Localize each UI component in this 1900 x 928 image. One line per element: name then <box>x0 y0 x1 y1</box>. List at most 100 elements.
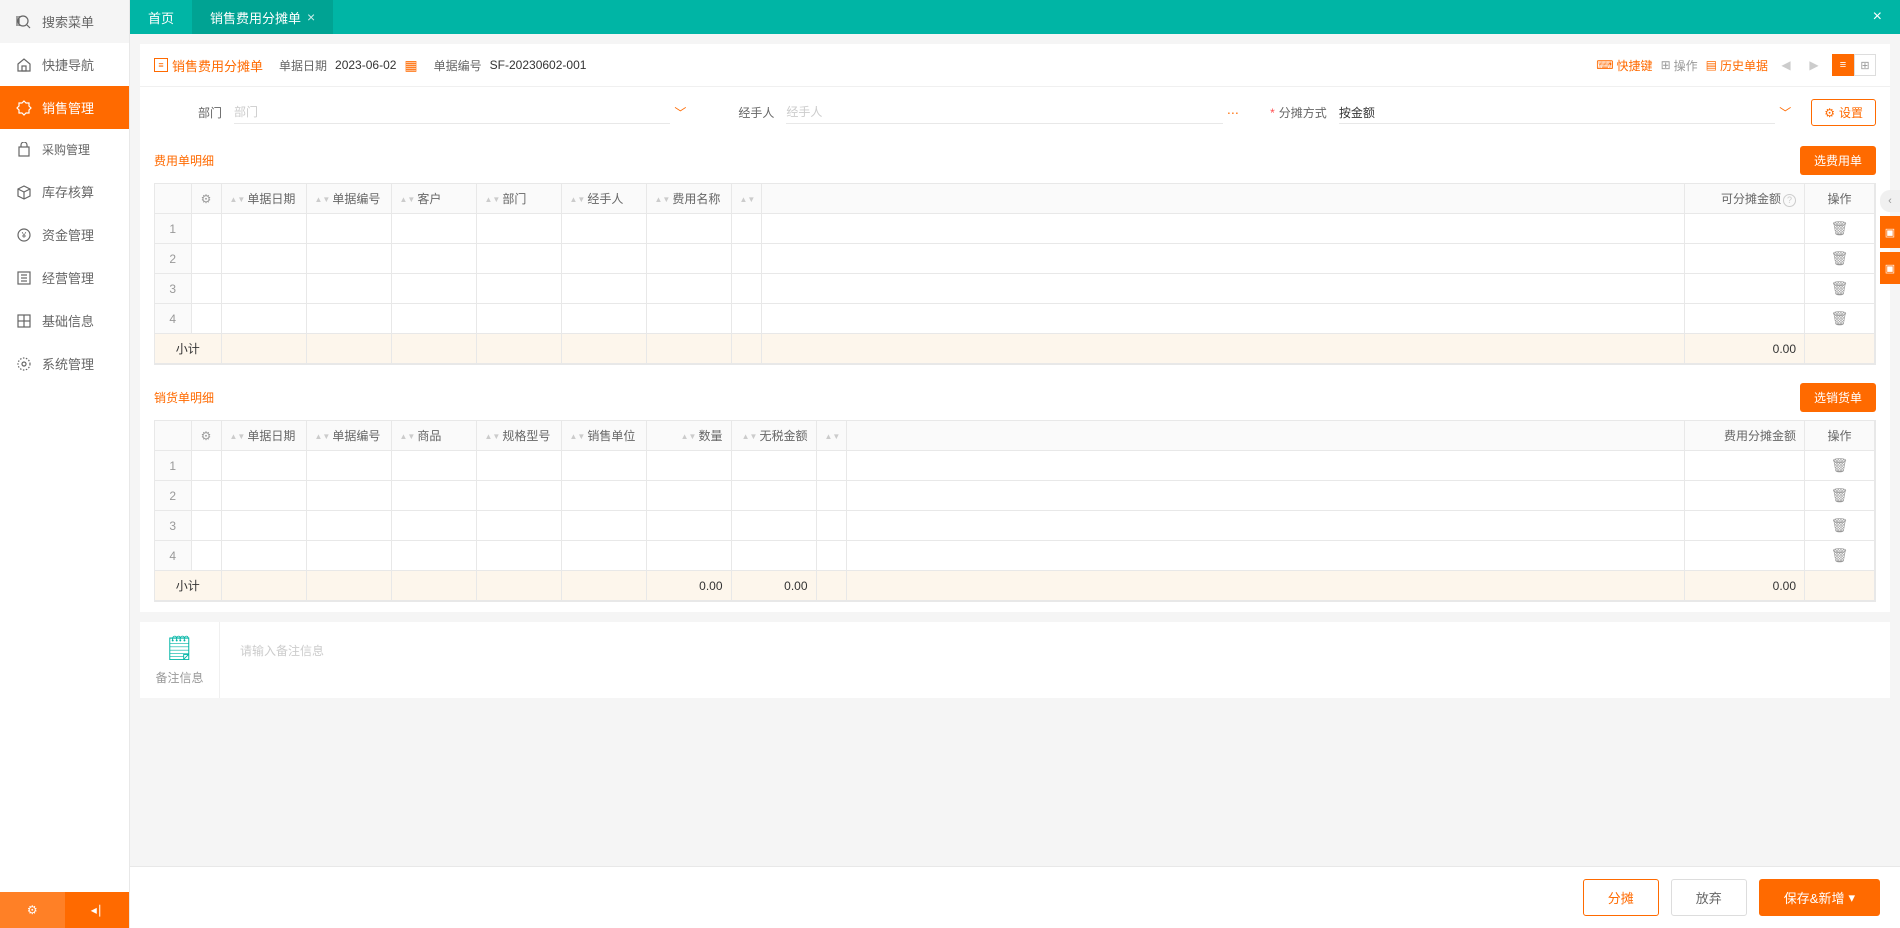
close-all-tabs-button[interactable]: × <box>1863 8 1892 26</box>
chevron-down-icon[interactable]: ﹀ <box>1779 104 1791 121</box>
trash-icon[interactable]: 🗑 <box>1831 547 1849 563</box>
col-blank[interactable]: ▲▼ <box>731 184 761 214</box>
table-row[interactable]: 1🗑 <box>155 214 1875 244</box>
col-code[interactable]: ▲▼单据编号 <box>306 421 391 451</box>
sidebar-item-system[interactable]: 系统管理 <box>0 342 129 385</box>
trash-icon[interactable]: 🗑 <box>1831 250 1849 266</box>
col-product[interactable]: ▲▼商品 <box>391 421 476 451</box>
sort-icon: ▲▼ <box>230 197 246 202</box>
sidebar-item-inventory[interactable]: 库存核算 <box>0 170 129 213</box>
dept-input[interactable] <box>234 101 670 124</box>
subtotal-row: 小计0.000.000.00 <box>155 571 1875 601</box>
trash-icon[interactable]: 🗑 <box>1831 517 1849 533</box>
col-date[interactable]: ▲▼单据日期 <box>221 184 306 214</box>
float-action-1[interactable]: ▣ <box>1880 216 1900 248</box>
select-sales-button[interactable]: 选销货单 <box>1800 383 1876 412</box>
table-row[interactable]: 2🗑 <box>155 481 1875 511</box>
tab-label: 销售费用分摊单 <box>210 8 301 27</box>
col-gear[interactable]: ⚙ <box>191 184 221 214</box>
trash-icon[interactable]: 🗑 <box>1831 220 1849 236</box>
col-code[interactable]: ▲▼单据编号 <box>306 184 391 214</box>
col-date[interactable]: ▲▼单据日期 <box>221 421 306 451</box>
tab-bar: 首页 销售费用分摊单 × × <box>130 0 1900 34</box>
table-row[interactable]: 4🗑 <box>155 541 1875 571</box>
select-fee-button[interactable]: 选费用单 <box>1800 146 1876 175</box>
trash-icon[interactable]: 🗑 <box>1831 310 1849 326</box>
col-spacer <box>761 184 1685 214</box>
sort-icon: ▲▼ <box>570 434 586 439</box>
col-qty[interactable]: ▲▼数量 <box>646 421 731 451</box>
date-value[interactable]: 2023-06-02 <box>335 58 396 72</box>
memo-input[interactable] <box>220 622 1890 698</box>
allocate-button[interactable]: 分摊 <box>1583 879 1659 916</box>
next-button[interactable]: ▶ <box>1804 55 1824 75</box>
col-amount-notax[interactable]: ▲▼无税金额 <box>731 421 816 451</box>
sort-icon: ▲▼ <box>742 434 758 439</box>
prev-button[interactable]: ◀ <box>1776 55 1796 75</box>
grid-view-button[interactable]: ⊞ <box>1854 54 1876 76</box>
sidebar-item-quicknav[interactable]: 快捷导航 <box>0 43 129 86</box>
list-icon <box>16 270 32 286</box>
table-row[interactable]: 3🗑 <box>155 511 1875 541</box>
dept-field: 部门 ﹀ <box>154 101 686 124</box>
more-icon[interactable]: ⋯ <box>1227 106 1239 120</box>
memo-side: 🗒 备注信息 <box>140 622 220 698</box>
save-new-button[interactable]: 保存&新增▾ <box>1759 879 1880 916</box>
col-fee-alloc[interactable]: 费用分摊金额 <box>1685 421 1805 451</box>
header-actions: ⌨快捷键 ⊞操作 ▤历史单据 ◀ ▶ ≡ ⊞ <box>1596 54 1876 76</box>
settings-button[interactable]: ⚙ 设置 <box>1811 99 1876 126</box>
trash-icon[interactable]: 🗑 <box>1831 280 1849 296</box>
sidebar-item-purchase[interactable]: 采购管理 <box>0 129 129 170</box>
table-row[interactable]: 4🗑 <box>155 304 1875 334</box>
col-spec[interactable]: ▲▼规格型号 <box>476 421 561 451</box>
badge-icon <box>16 100 32 116</box>
col-gear[interactable]: ⚙ <box>191 421 221 451</box>
settings-footer-button[interactable]: ⚙ <box>0 892 65 928</box>
sidebar-label: 库存核算 <box>42 182 94 201</box>
note-icon: 🗒 <box>164 634 194 663</box>
tab-label: 首页 <box>148 8 174 27</box>
sidebar-item-business[interactable]: 经营管理 <box>0 256 129 299</box>
sidebar-item-sales[interactable]: 销售管理 <box>0 86 129 129</box>
sort-icon: ▲▼ <box>485 197 501 202</box>
col-dept[interactable]: ▲▼部门 <box>476 184 561 214</box>
section-title: 费用单明细 <box>154 152 214 169</box>
sort-icon: ▲▼ <box>681 434 697 439</box>
collapse-button[interactable]: ◂∣ <box>65 892 130 928</box>
gear-icon: ⚙ <box>1824 106 1835 120</box>
operate-link[interactable]: ⊞操作 <box>1661 57 1698 74</box>
col-handler[interactable]: ▲▼经手人 <box>561 184 646 214</box>
col-customer[interactable]: ▲▼客户 <box>391 184 476 214</box>
calendar-icon[interactable]: ▦ <box>404 57 417 74</box>
col-fee-name[interactable]: ▲▼费用名称 <box>646 184 731 214</box>
col-blank[interactable]: ▲▼ <box>816 421 846 451</box>
table-row[interactable]: 1🗑 <box>155 451 1875 481</box>
list-view-button[interactable]: ≡ <box>1832 54 1854 76</box>
discard-button[interactable]: 放弃 <box>1671 879 1747 916</box>
tab-active[interactable]: 销售费用分摊单 × <box>192 0 333 34</box>
trash-icon[interactable]: 🗑 <box>1831 487 1849 503</box>
help-icon[interactable]: ? <box>1783 194 1796 207</box>
close-icon[interactable]: × <box>307 9 315 25</box>
table-row[interactable]: 2🗑 <box>155 244 1875 274</box>
float-toggle[interactable]: ‹ <box>1880 190 1900 212</box>
chevron-down-icon[interactable]: ﹀ <box>674 104 686 121</box>
trash-icon[interactable]: 🗑 <box>1831 457 1849 473</box>
sidebar-item-search[interactable]: 搜索菜单 <box>0 0 129 43</box>
sidebar-label: 资金管理 <box>42 225 94 244</box>
float-action-2[interactable]: ▣ <box>1880 252 1900 284</box>
col-unit[interactable]: ▲▼销售单位 <box>561 421 646 451</box>
shortcut-link[interactable]: ⌨快捷键 <box>1596 57 1652 74</box>
doc-title-text: 销售费用分摊单 <box>172 56 263 75</box>
sort-icon: ▲▼ <box>570 197 586 202</box>
method-input[interactable] <box>1339 101 1775 124</box>
table-row[interactable]: 3🗑 <box>155 274 1875 304</box>
form-row: 部门 ﹀ 经手人 ⋯ 分摊方式 ﹀ ⚙ <box>140 87 1890 138</box>
tab-home[interactable]: 首页 <box>130 0 192 34</box>
col-alloc-amount[interactable]: 可分摊金额? <box>1685 184 1805 214</box>
collapse-icon: ◂∣ <box>91 903 103 917</box>
sidebar-item-finance[interactable]: ¥ 资金管理 <box>0 213 129 256</box>
sidebar-item-basic[interactable]: 基础信息 <box>0 299 129 342</box>
history-link[interactable]: ▤历史单据 <box>1706 57 1768 74</box>
handler-input[interactable] <box>786 101 1222 124</box>
